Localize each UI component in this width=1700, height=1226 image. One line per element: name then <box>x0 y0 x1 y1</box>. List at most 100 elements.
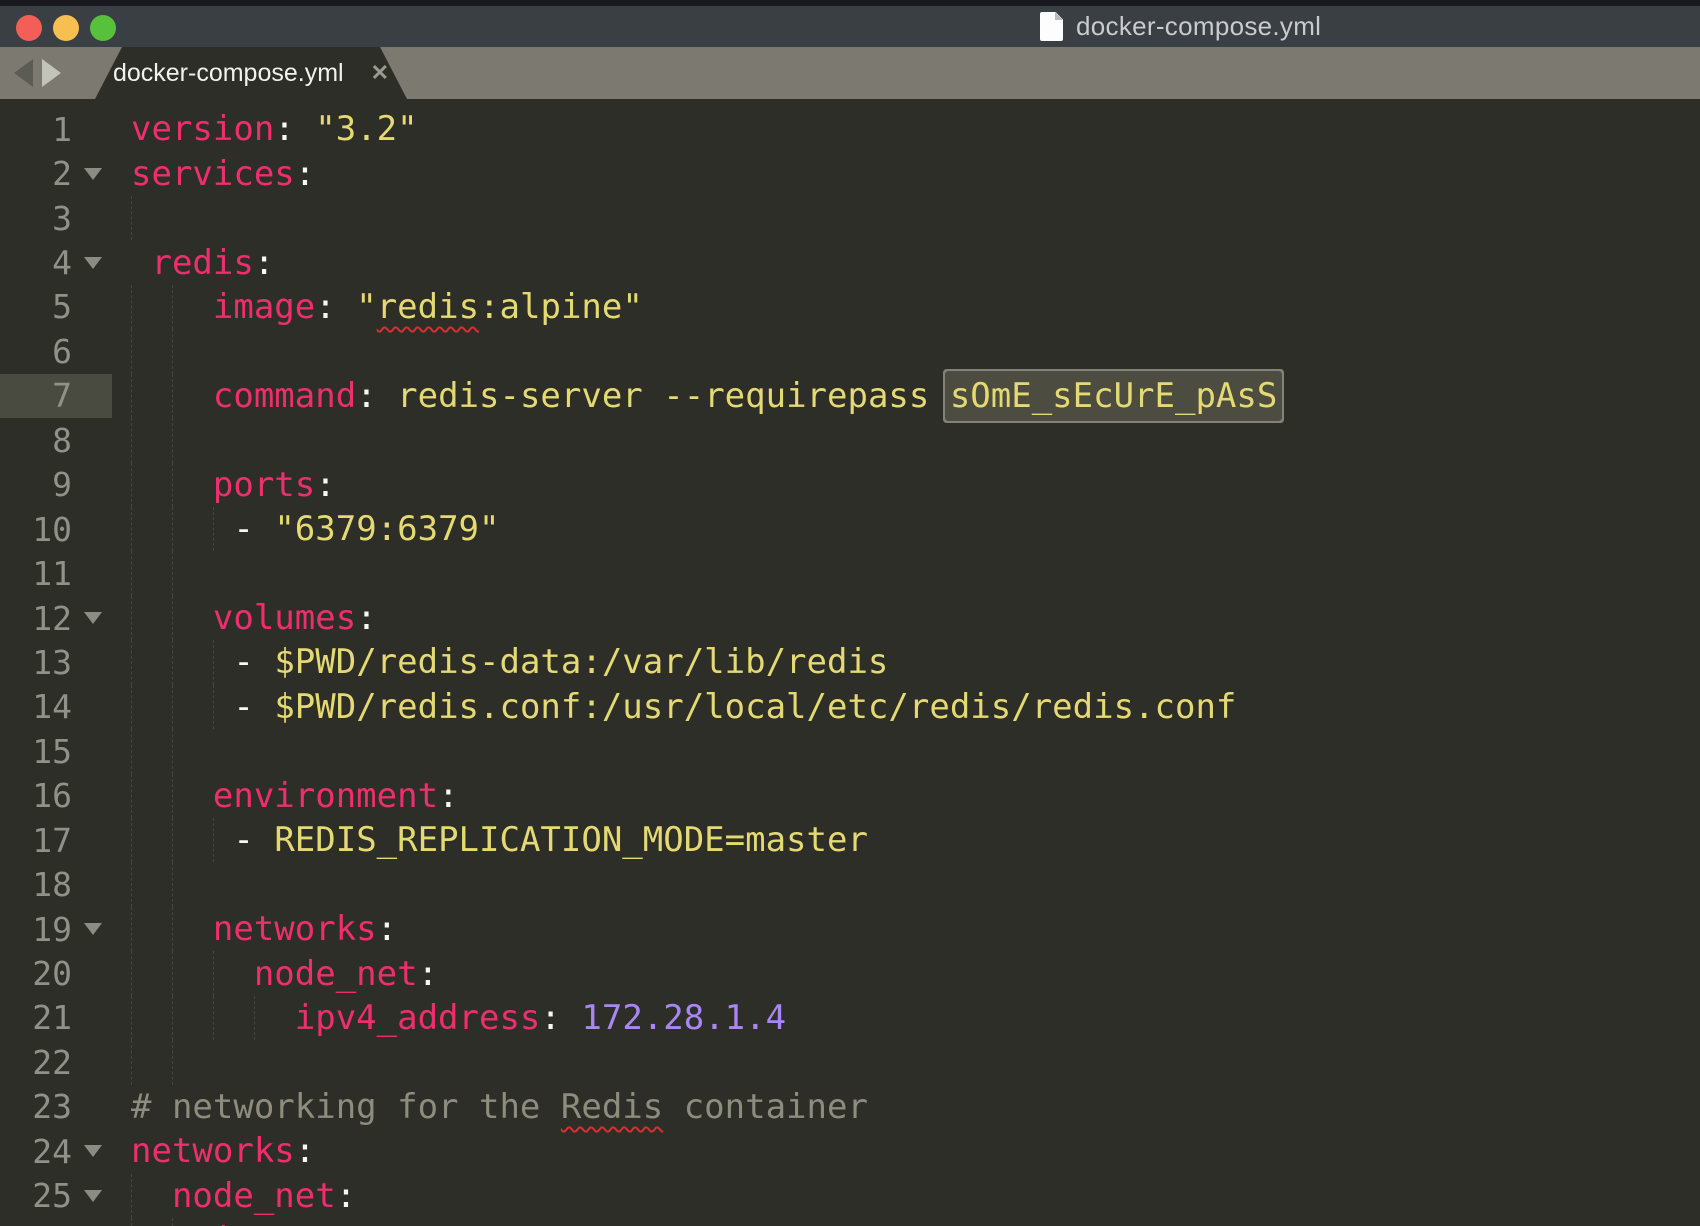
code-line[interactable]: 24networks: <box>0 1129 1700 1173</box>
code-text[interactable]: services: <box>112 151 1700 195</box>
code-line[interactable]: 3 <box>0 196 1700 240</box>
code-text[interactable]: - "6379:6379" <box>112 507 1700 551</box>
code-text[interactable]: networks: <box>112 907 1700 951</box>
code-text[interactable] <box>112 329 1700 373</box>
code-token: : <box>438 776 458 816</box>
code-text[interactable] <box>112 729 1700 773</box>
code-text[interactable] <box>112 418 1700 462</box>
code-editor[interactable]: 1version: "3.2"2services:34 redis:5 imag… <box>0 99 1700 1226</box>
fold-arrow-icon[interactable] <box>84 168 102 180</box>
code-line[interactable]: 25 node_net: <box>0 1174 1700 1218</box>
indent-guide <box>213 818 214 862</box>
fold-arrow-icon[interactable] <box>84 1145 102 1157</box>
code-text[interactable]: image: "redis:alpine" <box>112 285 1700 329</box>
code-line[interactable]: 5 image: "redis:alpine" <box>0 285 1700 329</box>
indent-guide <box>131 996 132 1040</box>
line-number: 21 <box>0 998 72 1037</box>
code-text[interactable]: environment: <box>112 774 1700 818</box>
indent-guide <box>172 729 173 773</box>
tab-bar: docker-compose.yml ✕ <box>0 47 1700 99</box>
code-text[interactable]: volumes: <box>112 596 1700 640</box>
indent-guide <box>131 818 132 862</box>
code-token: : <box>295 1220 315 1226</box>
code-text[interactable]: node_net: <box>112 951 1700 995</box>
code-line[interactable]: 10 - "6379:6379" <box>0 507 1700 551</box>
code-line[interactable]: 26 ipam: <box>0 1218 1700 1226</box>
code-line[interactable]: 13 - $PWD/redis-data:/var/lib/redis <box>0 640 1700 684</box>
indent-guide <box>131 285 132 329</box>
document-icon <box>1040 12 1063 41</box>
code-line[interactable]: 23# networking for the Redis container <box>0 1085 1700 1129</box>
code-text[interactable]: - $PWD/redis-data:/var/lib/redis <box>112 640 1700 684</box>
indent-guide <box>172 507 173 551</box>
fold-arrow-icon[interactable] <box>84 257 102 269</box>
code-text[interactable]: ipam: <box>112 1218 1700 1226</box>
line-number: 14 <box>0 687 72 726</box>
gutter: 4 <box>0 240 112 284</box>
close-window-icon[interactable] <box>16 15 42 41</box>
code-text[interactable]: ports: <box>112 463 1700 507</box>
code-token: services <box>131 154 295 194</box>
indent-guide <box>131 1174 132 1218</box>
code-token: : <box>540 998 560 1038</box>
code-line[interactable]: 17 - REDIS_REPLICATION_MODE=master <box>0 818 1700 862</box>
code-text[interactable]: # networking for the Redis container <box>112 1085 1700 1129</box>
code-text[interactable]: ipv4_address: 172.28.1.4 <box>112 996 1700 1040</box>
indent-guide <box>131 551 132 595</box>
code-text[interactable]: redis: <box>112 240 1700 284</box>
editor-window: docker-compose.yml docker-compose.yml ✕ … <box>0 0 1700 1226</box>
code-line[interactable]: 11 <box>0 551 1700 595</box>
code-text[interactable] <box>112 196 1700 240</box>
indent-guide <box>131 374 132 418</box>
code-text[interactable]: - REDIS_REPLICATION_MODE=master <box>112 818 1700 862</box>
fold-arrow-icon[interactable] <box>84 612 102 624</box>
code-line[interactable]: 21 ipv4_address: 172.28.1.4 <box>0 996 1700 1040</box>
minimize-window-icon[interactable] <box>53 15 79 41</box>
code-text[interactable] <box>112 862 1700 906</box>
code-token: redis-server --requirepass <box>377 376 950 416</box>
code-token: : <box>315 465 335 505</box>
tab-docker-compose[interactable]: docker-compose.yml ✕ <box>95 47 407 99</box>
code-line[interactable]: 16 environment: <box>0 774 1700 818</box>
code-line[interactable]: 20 node_net: <box>0 951 1700 995</box>
fold-arrow-icon[interactable] <box>84 1190 102 1202</box>
code-line[interactable]: 6 <box>0 329 1700 373</box>
code-text[interactable]: networks: <box>112 1129 1700 1173</box>
line-number: 8 <box>0 421 72 460</box>
gutter: 11 <box>0 551 112 595</box>
line-number: 12 <box>0 599 72 638</box>
code-text[interactable]: version: "3.2" <box>112 107 1700 151</box>
code-text[interactable]: - $PWD/redis.conf:/usr/local/etc/redis/r… <box>112 685 1700 729</box>
forward-arrow-icon[interactable] <box>42 59 61 87</box>
code-line[interactable]: 4 redis: <box>0 240 1700 284</box>
code-line[interactable]: 14 - $PWD/redis.conf:/usr/local/etc/redi… <box>0 685 1700 729</box>
code-token: "6379:6379" <box>254 509 500 549</box>
code-text[interactable]: command: redis-server --requirepass sOmE… <box>112 374 1700 418</box>
code-line[interactable]: 1version: "3.2" <box>0 107 1700 151</box>
tab-label: docker-compose.yml <box>113 59 344 88</box>
code-line[interactable]: 18 <box>0 862 1700 906</box>
code-line[interactable]: 12 volumes: <box>0 596 1700 640</box>
code-line[interactable]: 22 <box>0 1040 1700 1084</box>
zoom-window-icon[interactable] <box>90 15 116 41</box>
code-line[interactable]: 8 <box>0 418 1700 462</box>
code-text[interactable] <box>112 1040 1700 1084</box>
code-line[interactable]: 9 ports: <box>0 463 1700 507</box>
code-token: volumes <box>213 598 356 638</box>
tab-close-icon[interactable]: ✕ <box>371 62 389 84</box>
window-title-bar: docker-compose.yml <box>0 0 1700 47</box>
code-token: networks <box>213 909 377 949</box>
code-token: - <box>233 642 253 682</box>
code-line[interactable]: 19 networks: <box>0 907 1700 951</box>
code-text[interactable] <box>112 551 1700 595</box>
indent-guide <box>172 285 173 329</box>
indent-guide <box>172 996 173 1040</box>
code-line[interactable]: 15 <box>0 729 1700 773</box>
code-token: : <box>274 109 294 149</box>
fold-arrow-icon[interactable] <box>84 923 102 935</box>
code-token <box>131 642 233 682</box>
code-line[interactable]: 2services: <box>0 151 1700 195</box>
code-text[interactable]: node_net: <box>112 1174 1700 1218</box>
code-line[interactable]: 7 command: redis-server --requirepass sO… <box>0 374 1700 418</box>
back-arrow-icon[interactable] <box>14 59 33 87</box>
